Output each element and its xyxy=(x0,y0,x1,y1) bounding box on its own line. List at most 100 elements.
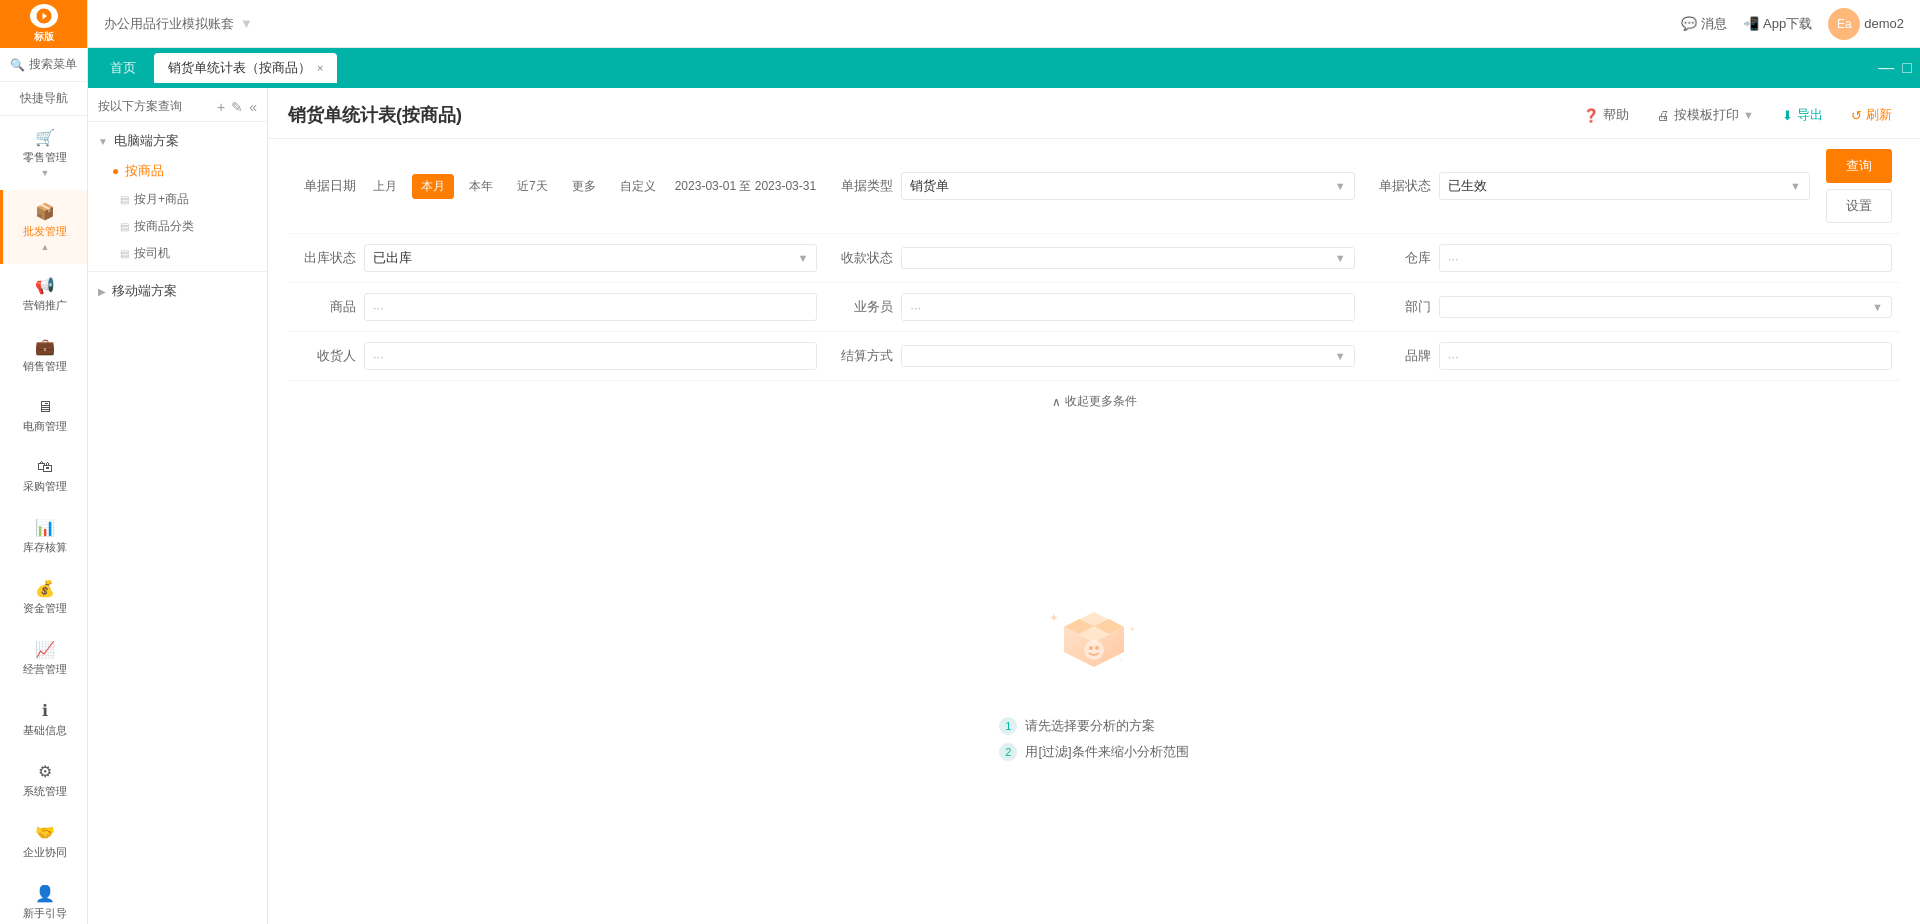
tab-active[interactable]: 销货单统计表（按商品） × xyxy=(154,53,337,83)
scheme-collapse-icon[interactable]: « xyxy=(249,99,257,115)
app-download-label: App下载 xyxy=(1763,15,1812,33)
sidebar-item-retail[interactable]: 🛒 零售管理 ▼ xyxy=(0,116,87,190)
sidebar-item-basic[interactable]: ℹ 基础信息 xyxy=(0,689,87,750)
date-this-month[interactable]: 本月 xyxy=(412,174,454,199)
pc-group-header[interactable]: ▼ 电脑端方案 xyxy=(88,126,267,156)
date-label: 单据日期 xyxy=(296,177,356,195)
doc-status-value: 已生效 xyxy=(1448,177,1487,195)
help-btn[interactable]: ❓ 帮助 xyxy=(1575,102,1637,128)
sidebar-item-marketing[interactable]: 📢 营销推广 xyxy=(0,264,87,325)
tab-maximize-icon[interactable]: □ xyxy=(1902,59,1912,77)
date-last-month[interactable]: 上月 xyxy=(364,174,406,199)
scheme-cashier-label: 按司机 xyxy=(134,245,170,262)
receiver-input[interactable]: ··· xyxy=(364,342,817,370)
empty-tip-1: 1 请先选择要分析的方案 xyxy=(999,717,1188,735)
query-button[interactable]: 查询 xyxy=(1826,149,1892,183)
date-more[interactable]: 更多 xyxy=(563,174,605,199)
quick-nav-label: 快捷导航 xyxy=(20,90,68,107)
set-button[interactable]: 设置 xyxy=(1826,189,1892,223)
warehouse-input[interactable]: ··· xyxy=(1439,244,1892,272)
payment-arrow: ▼ xyxy=(1335,350,1346,362)
sidebar-item-wholesale[interactable]: 📦 批发管理 ▲ xyxy=(0,190,87,264)
out-status-select[interactable]: 已出库 ▼ xyxy=(364,244,817,272)
sidebar-item-finance-label: 资金管理 xyxy=(23,601,67,616)
export-icon: ⬇ xyxy=(1782,108,1793,123)
message-btn[interactable]: 💬 消息 xyxy=(1681,15,1727,33)
export-btn[interactable]: ⬇ 导出 xyxy=(1774,102,1831,128)
date-custom[interactable]: 自定义 xyxy=(611,174,665,199)
sidebar-item-inventory[interactable]: 📊 库存核算 xyxy=(0,506,87,567)
pc-group-arrow: ▼ xyxy=(98,136,108,147)
scheme-add-icon[interactable]: + xyxy=(217,99,225,115)
recv-status-arrow: ▼ xyxy=(1335,252,1346,264)
sidebar: 标版 🔍 搜索菜单 快捷导航 🛒 零售管理 ▼ 📦 批发管理 ▲ 📢 营销推广 … xyxy=(0,0,88,924)
scheme-by-month-product[interactable]: ▤ 按月+商品 xyxy=(88,186,267,213)
operation-icon: 📈 xyxy=(35,640,55,659)
scheme-category-icon: ▤ xyxy=(120,221,129,232)
filter-section: 单据日期 上月 本月 本年 近7天 更多 自定义 2023-03-01 至 20… xyxy=(268,139,1920,418)
staff-input[interactable]: ··· xyxy=(901,293,1354,321)
recv-status-label: 收款状态 xyxy=(833,249,893,267)
empty-illustration: ✦ ✦ ✦ xyxy=(1034,582,1154,705)
quick-nav[interactable]: 快捷导航 xyxy=(0,82,87,116)
mobile-group-header[interactable]: ▶ 移动端方案 xyxy=(88,276,267,306)
sidebar-item-sales[interactable]: 💼 销售管理 xyxy=(0,325,87,386)
doc-type-label: 单据类型 xyxy=(833,177,893,195)
sidebar-item-enterprise-label: 企业协同 xyxy=(23,845,67,860)
collapse-btn[interactable]: ∧ 收起更多条件 xyxy=(288,385,1900,418)
tab-home[interactable]: 首页 xyxy=(96,53,150,83)
sidebar-search[interactable]: 🔍 搜索菜单 xyxy=(0,48,87,82)
scheme-category-label: 按商品分类 xyxy=(134,218,194,235)
dept-label: 部门 xyxy=(1371,298,1431,316)
doc-status-select[interactable]: 已生效 ▼ xyxy=(1439,172,1810,200)
refresh-icon: ↺ xyxy=(1851,108,1862,123)
scheme-by-product[interactable]: ● 按商品 xyxy=(88,156,267,186)
refresh-btn[interactable]: ↺ 刷新 xyxy=(1843,102,1900,128)
scheme-by-category[interactable]: ▤ 按商品分类 xyxy=(88,213,267,240)
scheme-month-icon: ▤ xyxy=(120,194,129,205)
brand-input[interactable]: ··· xyxy=(1439,342,1892,370)
purchase-icon: 🛍 xyxy=(37,458,53,476)
date-this-year[interactable]: 本年 xyxy=(460,174,502,199)
finance-icon: 💰 xyxy=(35,579,55,598)
tab-minimize-icon[interactable]: — xyxy=(1878,59,1894,77)
scheme-by-cashier[interactable]: ▤ 按司机 xyxy=(88,240,267,267)
sidebar-item-finance[interactable]: 💰 资金管理 xyxy=(0,567,87,628)
pc-group-label: 电脑端方案 xyxy=(114,132,179,150)
payment-control: ▼ xyxy=(901,345,1354,367)
user-profile-btn[interactable]: Ea demo2 xyxy=(1828,8,1904,40)
tab-active-label: 销货单统计表（按商品） xyxy=(168,59,311,77)
brand-cell: 品牌 ··· xyxy=(1363,342,1900,370)
sidebar-item-ecommerce-label: 电商管理 xyxy=(23,419,67,434)
sidebar-item-system[interactable]: ⚙ 系统管理 xyxy=(0,750,87,811)
mobile-group-arrow: ▶ xyxy=(98,286,106,297)
sidebar-item-newuser[interactable]: 👤 新手引导 xyxy=(0,872,87,924)
collapse-label: 收起更多条件 xyxy=(1065,393,1137,410)
product-input[interactable]: ··· xyxy=(364,293,817,321)
tab-close-icon[interactable]: × xyxy=(317,62,323,74)
print-btn[interactable]: 🖨 按模板打印 ▼ xyxy=(1649,102,1762,128)
retail-icon: 🛒 xyxy=(35,128,55,147)
sidebar-item-ecommerce[interactable]: 🖥 电商管理 xyxy=(0,386,87,446)
doc-type-select[interactable]: 销货单 ▼ xyxy=(901,172,1354,200)
doc-status-label: 单据状态 xyxy=(1371,177,1431,195)
sidebar-item-purchase[interactable]: 🛍 采购管理 xyxy=(0,446,87,506)
dept-select[interactable]: ▼ xyxy=(1439,296,1892,318)
tip-num-2: 2 xyxy=(999,743,1017,761)
app-download-btn[interactable]: 📲 App下载 xyxy=(1743,15,1812,33)
brand-dots: ··· xyxy=(1448,349,1459,364)
warehouse-control: ··· xyxy=(1439,244,1892,272)
app-download-icon: 📲 xyxy=(1743,16,1759,31)
query-btn-group: 查询 设置 xyxy=(1826,149,1892,223)
payment-select[interactable]: ▼ xyxy=(901,345,1354,367)
logo-icon xyxy=(30,4,58,28)
sidebar-item-retail-label: 零售管理 xyxy=(23,150,67,165)
avatar: Ea xyxy=(1828,8,1860,40)
scheme-edit-icon[interactable]: ✎ xyxy=(231,99,243,115)
scheme-cashier-icon: ▤ xyxy=(120,248,129,259)
sidebar-item-basic-label: 基础信息 xyxy=(23,723,67,738)
date-7days[interactable]: 近7天 xyxy=(508,174,557,199)
sidebar-item-enterprise[interactable]: 🤝 企业协同 xyxy=(0,811,87,872)
sidebar-item-operation[interactable]: 📈 经营管理 xyxy=(0,628,87,689)
recv-status-select[interactable]: ▼ xyxy=(901,247,1354,269)
